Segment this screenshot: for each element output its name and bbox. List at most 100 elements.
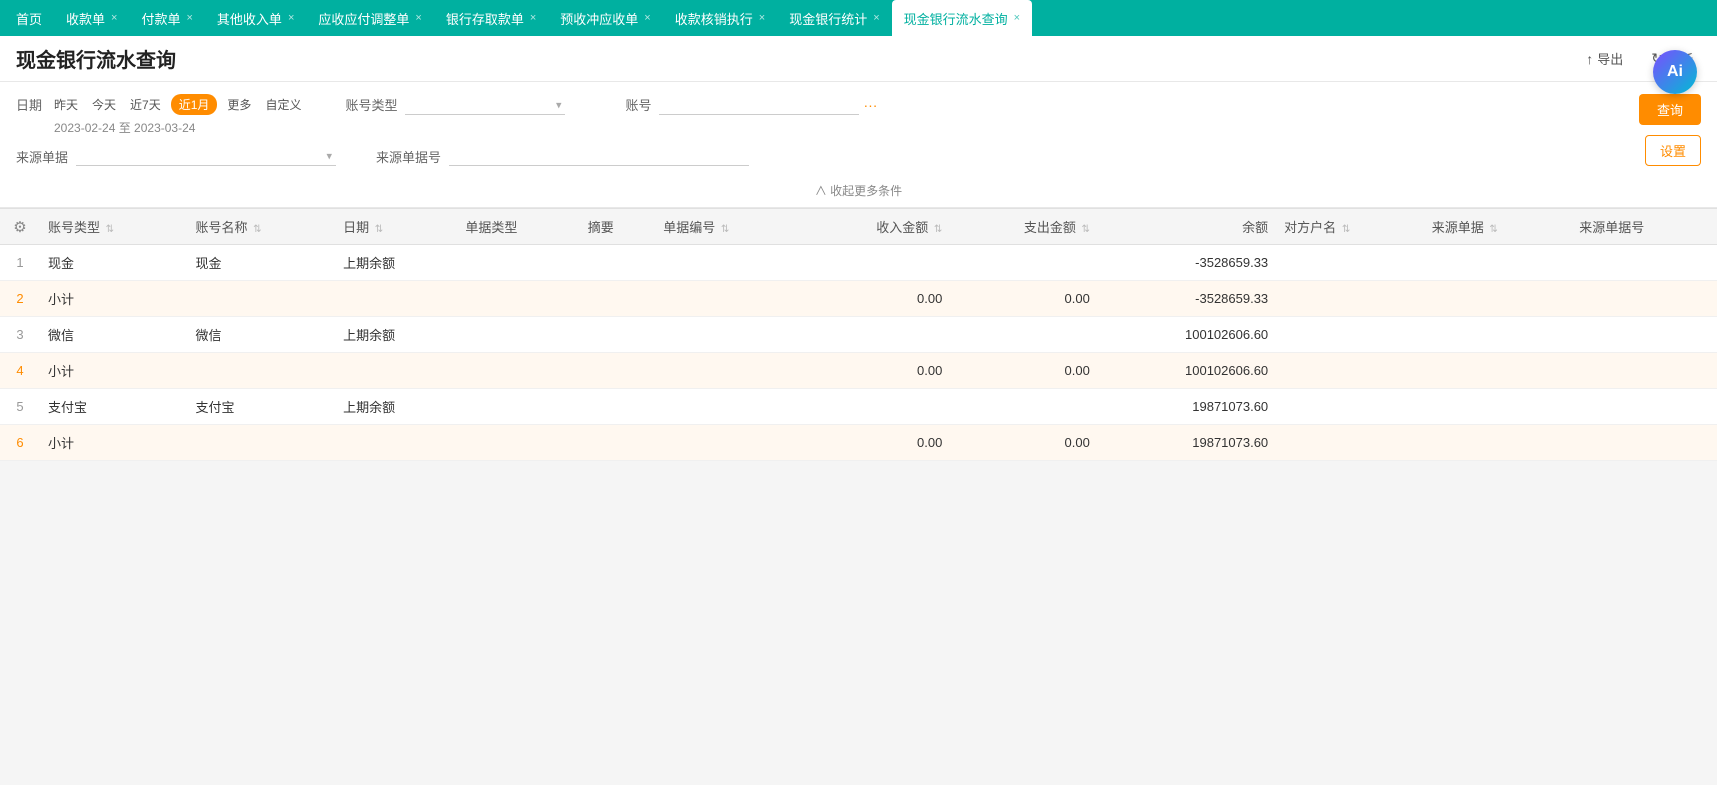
export-icon: ↑ (1586, 51, 1593, 67)
account-type-select[interactable] (405, 95, 565, 115)
cell-doc-type (457, 281, 579, 317)
table-row: 4 小计 0.00 0.00 100102606.60 (0, 353, 1717, 389)
cell-counterpart (1276, 353, 1424, 389)
close-icon[interactable]: × (873, 12, 879, 24)
cell-source-doc-num (1571, 245, 1717, 281)
cell-source-doc-num (1571, 425, 1717, 461)
cell-expense: 0.00 (950, 281, 1098, 317)
sort-icon[interactable]: ⇅ (106, 224, 114, 235)
sort-icon[interactable]: ⇅ (934, 224, 942, 235)
date-opt-today[interactable]: 今天 (88, 94, 120, 115)
cell-balance: -3528659.33 (1098, 281, 1276, 317)
sort-icon[interactable]: ⇅ (721, 224, 729, 235)
cell-account-type: 小计 (40, 281, 188, 317)
date-opt-1month[interactable]: 近1月 (171, 94, 218, 115)
sort-icon[interactable]: ⇅ (1081, 224, 1089, 235)
date-opt-custom[interactable]: 自定义 (261, 94, 305, 115)
cell-seq: 4 (0, 353, 40, 389)
cell-source-doc-num (1571, 389, 1717, 425)
account-input[interactable] (659, 95, 859, 115)
filter-right-col: 查询 设置 (1621, 94, 1701, 166)
cell-doc-number (655, 317, 803, 353)
nav-tab-7[interactable]: 现金银行统计 × (777, 0, 891, 36)
close-icon[interactable]: × (530, 12, 536, 24)
cell-doc-type (457, 317, 579, 353)
cell-source-doc (1424, 353, 1572, 389)
cell-summary (580, 281, 656, 317)
date-opt-yesterday[interactable]: 昨天 (50, 94, 82, 115)
nav-tab-8[interactable]: 现金银行流水查询 × (892, 0, 1032, 36)
cell-counterpart (1276, 389, 1424, 425)
account-more-button[interactable]: ··· (863, 97, 877, 113)
filter-row-2: 来源单据 ▾ 来源单据号 (16, 146, 1621, 166)
gear-icon[interactable]: ⚙ (13, 219, 26, 236)
nav-tab-4[interactable]: 银行存取款单 × (434, 0, 548, 36)
col-gear: ⚙ (0, 209, 40, 245)
cell-account-name: 微信 (188, 317, 336, 353)
cell-source-doc (1424, 245, 1572, 281)
sort-icon[interactable]: ⇅ (375, 224, 383, 235)
cell-date (335, 353, 457, 389)
cell-doc-number (655, 281, 803, 317)
nav-tab-3[interactable]: 应收应付调整单 × (306, 0, 433, 36)
nav-tab-5[interactable]: 预收冲应收单 × (548, 0, 662, 36)
close-icon[interactable]: × (644, 12, 650, 24)
cell-doc-number (655, 245, 803, 281)
cell-income: 0.00 (803, 353, 951, 389)
close-icon[interactable]: × (186, 12, 192, 24)
settings-button[interactable]: 设置 (1645, 135, 1701, 166)
source-doc-num-input[interactable] (449, 146, 749, 166)
cell-source-doc-num (1571, 281, 1717, 317)
cell-income (803, 245, 951, 281)
col-counterpart: 对方户名 ⇅ (1276, 209, 1424, 245)
table-row: 6 小计 0.00 0.00 19871073.60 (0, 425, 1717, 461)
cell-account-type: 现金 (40, 245, 188, 281)
close-icon[interactable]: × (759, 12, 765, 24)
collapse-bar[interactable]: ∧ 收起更多条件 (16, 176, 1701, 207)
cell-account-name (188, 353, 336, 389)
cell-account-name (188, 425, 336, 461)
date-range-display: 2023-02-24 至 2023-03-24 (16, 119, 1621, 136)
chevron-up-icon: ∧ (815, 184, 830, 198)
cell-counterpart (1276, 425, 1424, 461)
table-header-row: ⚙ 账号类型 ⇅ 账号名称 ⇅ 日期 ⇅ 单据类型 摘要 (0, 209, 1717, 245)
nav-tab-1[interactable]: 付款单 × (129, 0, 204, 36)
cell-balance: 19871073.60 (1098, 389, 1276, 425)
nav-tab-2[interactable]: 其他收入单 × (205, 0, 306, 36)
export-button[interactable]: ↑ 导出 (1578, 45, 1631, 72)
cell-account-type: 小计 (40, 353, 188, 389)
date-opt-more[interactable]: 更多 (223, 94, 255, 115)
cell-account-name: 支付宝 (188, 389, 336, 425)
close-icon[interactable]: × (1014, 12, 1020, 24)
query-button[interactable]: 查询 (1639, 94, 1701, 125)
nav-tab-6[interactable]: 收款核销执行 × (663, 0, 777, 36)
account-type-select-wrapper: ▾ (405, 95, 565, 115)
close-icon[interactable]: × (111, 12, 117, 24)
table-row: 1 现金 现金 上期余额 -3528659.33 (0, 245, 1717, 281)
cell-source-doc (1424, 317, 1572, 353)
cell-doc-number (655, 425, 803, 461)
close-icon[interactable]: × (415, 12, 421, 24)
sort-icon[interactable]: ⇅ (1489, 224, 1497, 235)
cell-account-type: 小计 (40, 425, 188, 461)
source-doc-label: 来源单据 (16, 147, 68, 166)
ai-badge[interactable]: Ai (1653, 50, 1697, 94)
nav-tab-0[interactable]: 收款单 × (54, 0, 129, 36)
nav-home[interactable]: 首页 (4, 0, 54, 36)
top-nav: 首页 收款单 × 付款单 × 其他收入单 × 应收应付调整单 × 银行存取款单 … (0, 0, 1717, 36)
sort-icon[interactable]: ⇅ (253, 224, 261, 235)
source-doc-select[interactable] (76, 146, 336, 166)
cell-doc-number (655, 353, 803, 389)
sort-icon[interactable]: ⇅ (1342, 224, 1350, 235)
cell-doc-type (457, 389, 579, 425)
data-table: ⚙ 账号类型 ⇅ 账号名称 ⇅ 日期 ⇅ 单据类型 摘要 (0, 208, 1717, 461)
cell-income (803, 317, 951, 353)
cell-doc-number (655, 389, 803, 425)
account-type-label: 账号类型 (345, 95, 397, 114)
col-account-type: 账号类型 ⇅ (40, 209, 188, 245)
cell-balance: 100102606.60 (1098, 353, 1276, 389)
date-options: 昨天 今天 近7天 近1月 更多 自定义 (50, 94, 305, 115)
date-opt-7days[interactable]: 近7天 (126, 94, 165, 115)
cell-income: 0.00 (803, 281, 951, 317)
close-icon[interactable]: × (288, 12, 294, 24)
